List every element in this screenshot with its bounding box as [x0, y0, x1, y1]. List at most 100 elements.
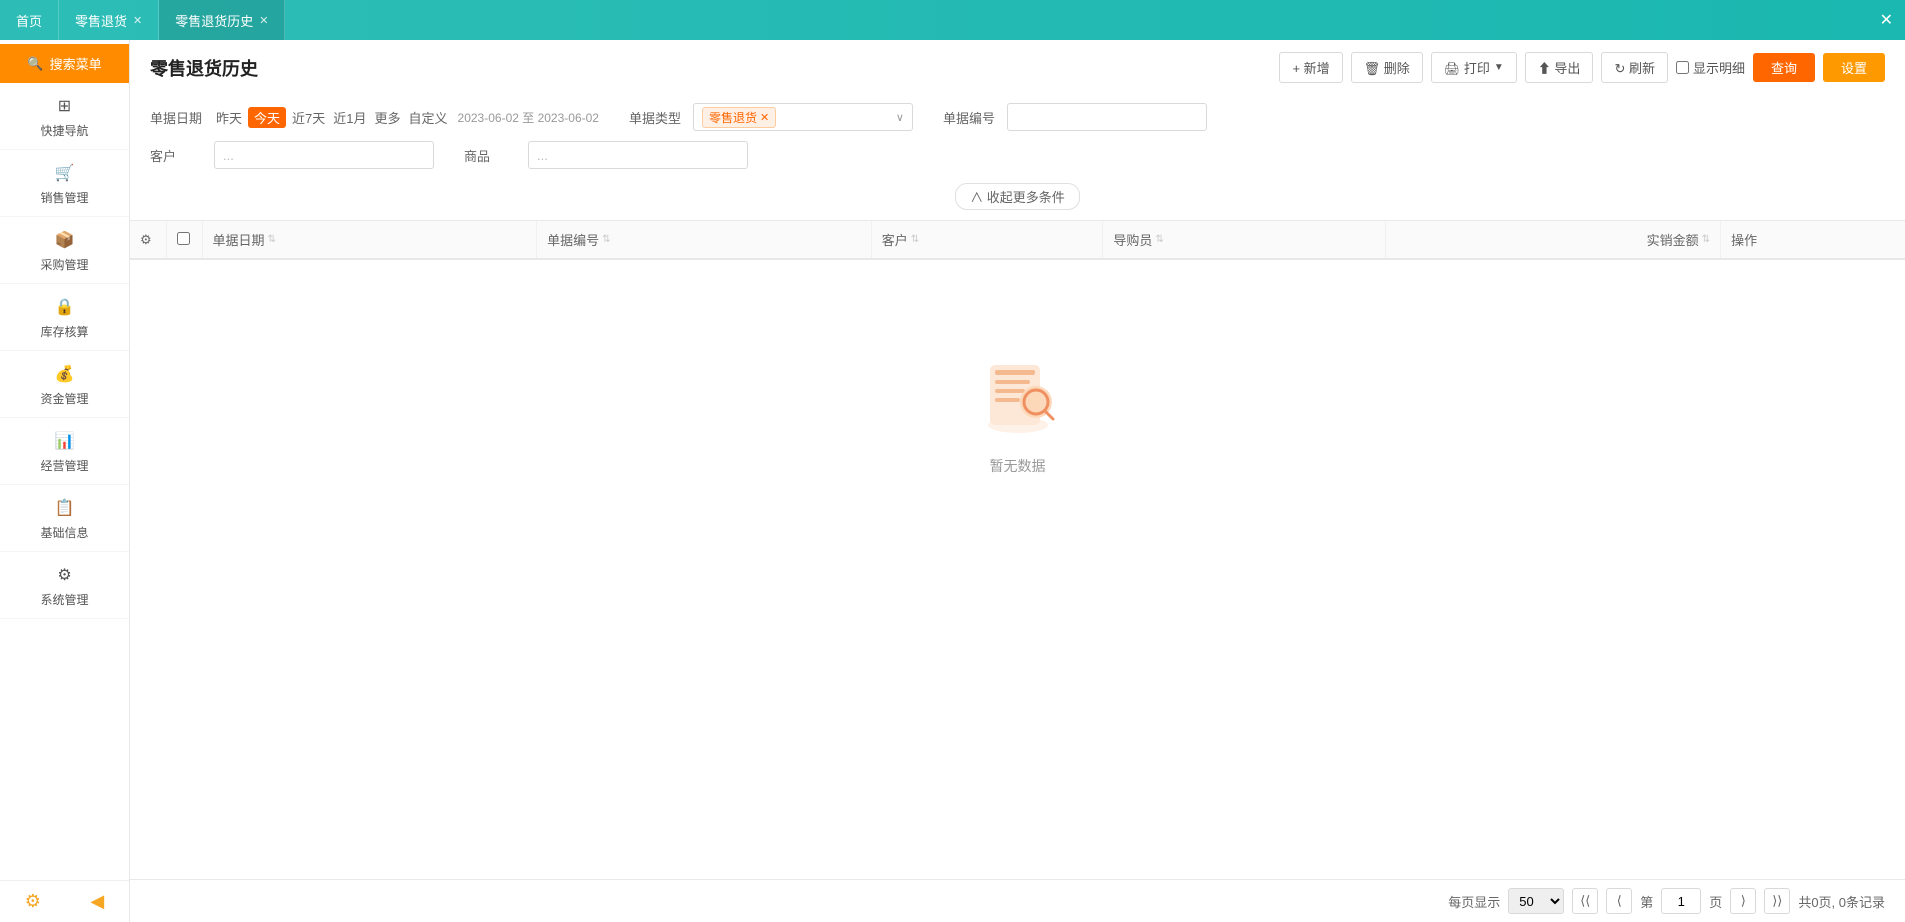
per-page-select[interactable]: 20 50 100 — [1508, 888, 1564, 914]
tab-retail-return-close[interactable]: ✕ — [133, 14, 142, 27]
total-info: 共0页, 0条记录 — [1798, 892, 1885, 911]
table-area: ⚙ 单据日期 ⇅ 单据编号 — [130, 221, 1905, 879]
inventory-icon: 🔒 — [54, 296, 76, 318]
tab-retail-return[interactable]: 零售退货 ✕ — [59, 0, 159, 40]
content-area: 零售退货历史 + 新增 🗑 删除 🖨 打印 ▼ ⬆ 导出 ↻ 刷新 显示明细 查… — [130, 40, 1905, 922]
page-label: 第 — [1640, 892, 1653, 911]
th-setting[interactable]: ⚙ — [130, 221, 166, 259]
refresh-button[interactable]: ↻ 刷新 — [1601, 52, 1668, 83]
th-amount[interactable]: 实销金额 ⇅ — [1386, 221, 1721, 259]
amount-sort-icon: ⇅ — [1702, 234, 1710, 245]
column-setting-icon[interactable]: ⚙ — [140, 232, 152, 247]
print-button[interactable]: 🖨 打印 ▼ — [1431, 52, 1517, 83]
date-label: 单据日期 — [150, 108, 206, 127]
sidebar-item-basic-info[interactable]: 📋 基础信息 — [0, 485, 129, 552]
doc-date-sort-icon: ⇅ — [268, 234, 276, 245]
empty-text: 暂无数据 — [990, 456, 1046, 476]
print-dropdown-icon: ▼ — [1494, 62, 1504, 73]
date-shortcuts: 昨天 今天 近7天 近1月 更多 自定义 2023-06-02 至 2023-0… — [214, 107, 599, 128]
doctype-dropdown-arrow[interactable]: ∨ — [896, 111, 904, 124]
prev-page-button[interactable]: ⟨ — [1606, 888, 1632, 914]
tab-retail-return-history-close[interactable]: ✕ — [259, 14, 268, 27]
customer-sort-icon: ⇅ — [911, 234, 919, 245]
sidebar-item-system[interactable]: ⚙ 系统管理 — [0, 552, 129, 619]
docnum-input[interactable] — [1007, 103, 1207, 131]
customer-select[interactable]: ... — [214, 141, 434, 169]
tab-home[interactable]: 首页 — [0, 0, 59, 40]
date-1month[interactable]: 近1月 — [331, 108, 368, 127]
filter-date: 单据日期 昨天 今天 近7天 近1月 更多 自定义 2023-06-02 至 2… — [150, 107, 599, 128]
page-title: 零售退货历史 — [150, 55, 258, 81]
sidebar-item-quick-nav[interactable]: ⊞ 快捷导航 — [0, 83, 129, 150]
page-title-row: 零售退货历史 + 新增 🗑 删除 🖨 打印 ▼ ⬆ 导出 ↻ 刷新 显示明细 查… — [150, 52, 1885, 83]
page-number-input[interactable] — [1661, 888, 1701, 914]
date-range-text: 2023-06-02 至 2023-06-02 — [458, 109, 599, 126]
per-page-label: 每页显示 — [1448, 892, 1500, 911]
delete-button[interactable]: 🗑 删除 — [1351, 52, 1423, 83]
sidebar-item-operations[interactable]: 📊 经营管理 — [0, 418, 129, 485]
data-table: ⚙ 单据日期 ⇅ 单据编号 — [130, 221, 1905, 260]
sidebar-item-purchase[interactable]: 📦 采购管理 — [0, 217, 129, 284]
doctype-label: 单据类型 — [629, 108, 685, 127]
sidebar-search[interactable]: 🔍 搜索菜单 — [0, 44, 129, 83]
quick-nav-icon: ⊞ — [54, 95, 76, 117]
pagination-bar: 每页显示 20 50 100 ⟨⟨ ⟨ 第 页 ⟩ ⟩⟩ 共0页, 0条记录 — [130, 879, 1905, 922]
date-more[interactable]: 更多 — [373, 108, 403, 127]
filter-row-1: 单据日期 昨天 今天 近7天 近1月 更多 自定义 2023-06-02 至 2… — [150, 103, 1885, 131]
first-page-button[interactable]: ⟨⟨ — [1572, 888, 1598, 914]
guide-sort-icon: ⇅ — [1155, 234, 1163, 245]
th-action: 操作 — [1721, 221, 1905, 259]
select-all-checkbox[interactable] — [177, 232, 190, 245]
th-doc-num[interactable]: 单据编号 ⇅ — [537, 221, 872, 259]
window-close-button[interactable]: ✕ — [1880, 10, 1905, 30]
basic-info-icon: 📋 — [54, 497, 76, 519]
doctype-tag: 零售退货 ✕ — [702, 107, 776, 128]
doctype-select[interactable]: 零售退货 ✕ ∨ — [693, 103, 913, 131]
filter-area: 单据日期 昨天 今天 近7天 近1月 更多 自定义 2023-06-02 至 2… — [150, 93, 1885, 220]
date-today[interactable]: 今天 — [248, 107, 286, 128]
tab-retail-return-history[interactable]: 零售退货历史 ✕ — [159, 0, 285, 40]
next-page-button[interactable]: ⟩ — [1730, 888, 1756, 914]
show-detail-checkbox-label[interactable]: 显示明细 — [1676, 58, 1745, 77]
sidebar-item-inventory[interactable]: 🔒 库存核算 — [0, 284, 129, 351]
sidebar-bottom: ⚙ ◀ — [0, 880, 129, 922]
collapse-sidebar-icon[interactable]: ◀ — [90, 891, 104, 912]
filter-row-2: 客户 ... 商品 ... — [150, 141, 1885, 169]
settings-bottom-icon[interactable]: ⚙ — [25, 891, 41, 912]
page-unit: 页 — [1709, 892, 1722, 911]
search-icon: 🔍 — [27, 56, 43, 72]
customer-label: 客户 — [150, 146, 206, 165]
collapse-button[interactable]: ∧ 收起更多条件 — [955, 183, 1080, 210]
goods-select[interactable]: ... — [528, 141, 748, 169]
sidebar: 🔍 搜索菜单 ⊞ 快捷导航 🛒 销售管理 📦 采购管理 🔒 库存核算 💰 资金管… — [0, 40, 130, 922]
setting-button[interactable]: 设置 — [1823, 53, 1885, 82]
filter-doctype: 单据类型 零售退货 ✕ ∨ — [629, 103, 913, 131]
page-header: 零售退货历史 + 新增 🗑 删除 🖨 打印 ▼ ⬆ 导出 ↻ 刷新 显示明细 查… — [130, 40, 1905, 221]
doctype-tag-close[interactable]: ✕ — [760, 111, 769, 124]
goods-label: 商品 — [464, 146, 520, 165]
operations-icon: 📊 — [54, 430, 76, 452]
purchase-icon: 📦 — [54, 229, 76, 251]
show-detail-checkbox[interactable] — [1676, 61, 1689, 74]
table-header: ⚙ 单据日期 ⇅ 单据编号 — [130, 221, 1905, 259]
sidebar-item-sales[interactable]: 🛒 销售管理 — [0, 150, 129, 217]
add-button[interactable]: + 新增 — [1279, 52, 1342, 83]
docnum-label: 单据编号 — [943, 108, 999, 127]
last-page-button[interactable]: ⟩⟩ — [1764, 888, 1790, 914]
top-bar: 首页 零售退货 ✕ 零售退货历史 ✕ ✕ — [0, 0, 1905, 40]
th-customer[interactable]: 客户 ⇅ — [871, 221, 1103, 259]
main-layout: 🔍 搜索菜单 ⊞ 快捷导航 🛒 销售管理 📦 采购管理 🔒 库存核算 💰 资金管… — [0, 40, 1905, 922]
date-yesterday[interactable]: 昨天 — [214, 108, 244, 127]
export-button[interactable]: ⬆ 导出 — [1525, 52, 1594, 83]
th-guide[interactable]: 导购员 ⇅ — [1103, 221, 1386, 259]
filter-customer: 客户 ... — [150, 141, 434, 169]
sales-icon: 🛒 — [54, 162, 76, 184]
th-doc-date[interactable]: 单据日期 ⇅ — [202, 221, 537, 259]
date-custom[interactable]: 自定义 — [407, 108, 450, 127]
query-button[interactable]: 查询 — [1753, 53, 1815, 82]
date-7days[interactable]: 近7天 — [290, 108, 327, 127]
doc-num-sort-icon: ⇅ — [602, 234, 610, 245]
empty-icon — [968, 340, 1068, 440]
tab-list: 首页 零售退货 ✕ 零售退货历史 ✕ — [0, 0, 1880, 40]
sidebar-item-finance[interactable]: 💰 资金管理 — [0, 351, 129, 418]
